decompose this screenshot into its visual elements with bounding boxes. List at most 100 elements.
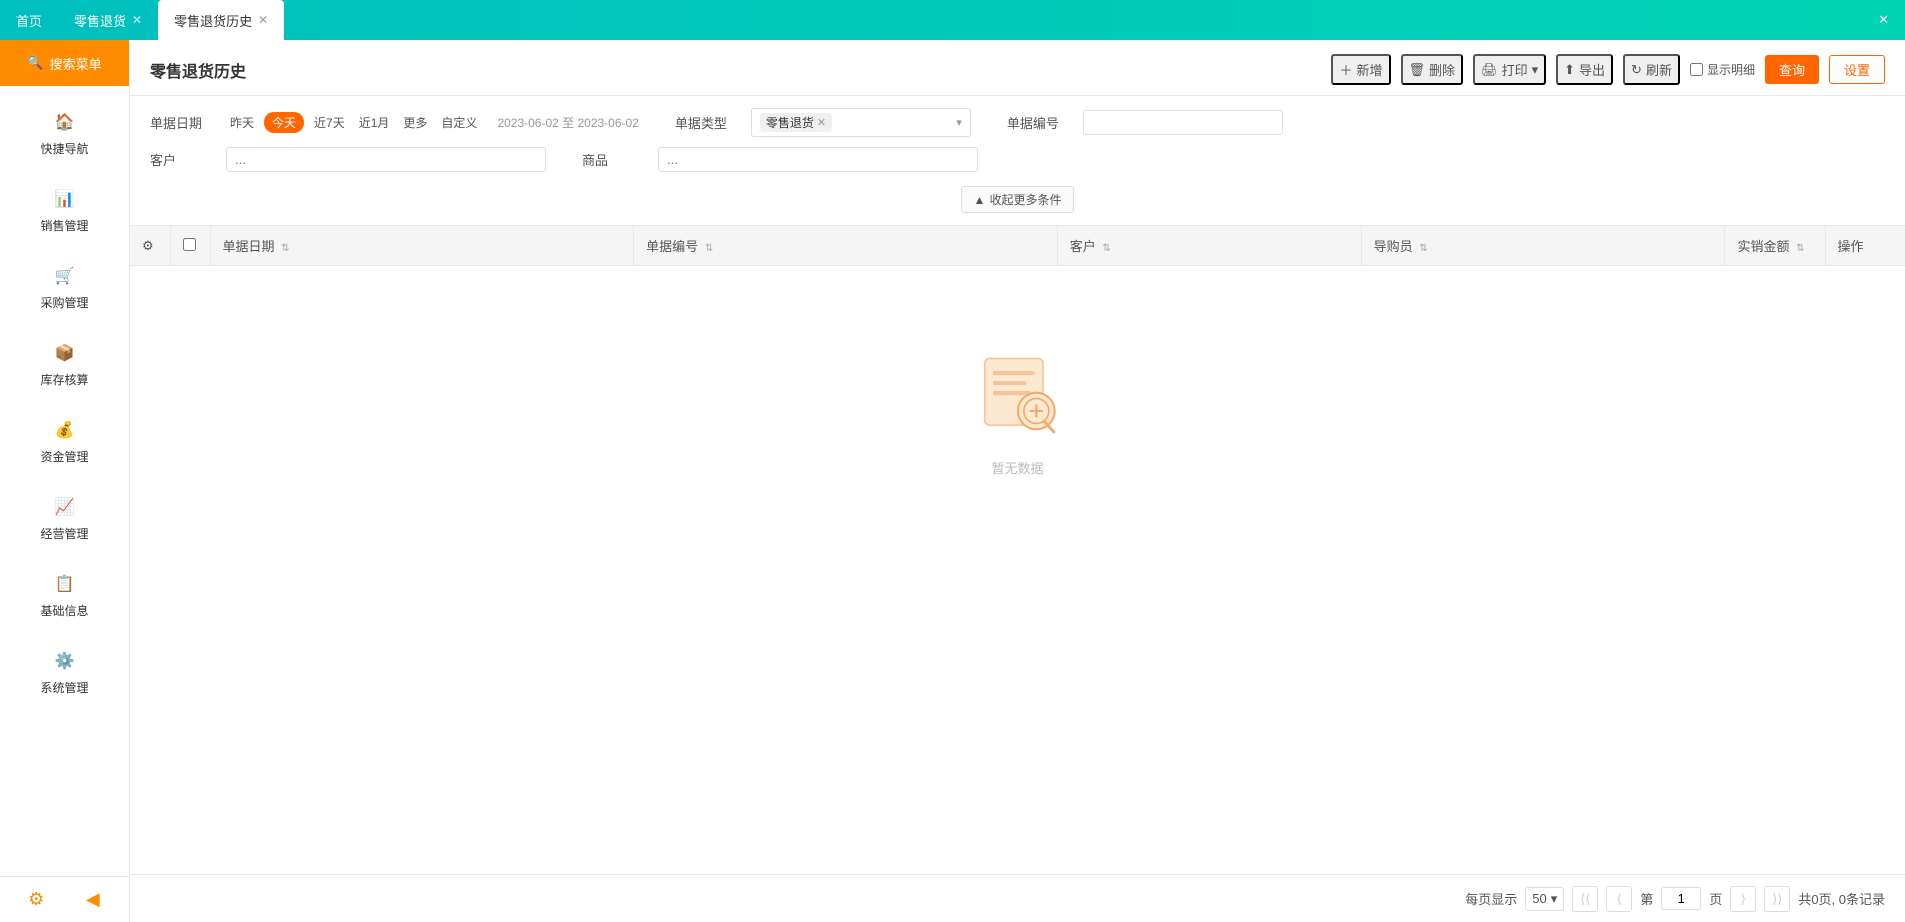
empty-state-row: 暂无数据 bbox=[130, 266, 1905, 558]
collapse-up-icon: ▲ bbox=[974, 193, 986, 207]
page-title: 零售退货历史 bbox=[150, 58, 246, 82]
tab-home[interactable]: 首页 bbox=[0, 0, 58, 40]
th-no[interactable]: 单据编号 ⇅ bbox=[634, 226, 1058, 266]
date-range-display: 2023-06-02 至 2023-06-02 bbox=[497, 114, 638, 131]
tab-retail-return-history-label: 零售退货历史 bbox=[174, 11, 252, 30]
window-close-button[interactable]: ✕ bbox=[1878, 12, 1905, 28]
date-opt-yesterday[interactable]: 昨天 bbox=[226, 112, 258, 133]
sidebar-settings-button[interactable]: ⚙ bbox=[20, 884, 52, 916]
sidebar-item-system-mgmt[interactable]: ⚙️ 系统管理 bbox=[0, 633, 129, 710]
new-button-label: 新增 bbox=[1357, 60, 1383, 79]
sidebar-item-purchase-mgmt[interactable]: 🛒 采购管理 bbox=[0, 248, 129, 325]
settings-button[interactable]: 设置 bbox=[1829, 55, 1885, 84]
page-size-select[interactable]: 50 ▾ bbox=[1525, 887, 1564, 911]
show-detail-label: 显示明细 bbox=[1707, 61, 1755, 78]
sidebar-item-operations-label: 经营管理 bbox=[40, 525, 88, 542]
export-button[interactable]: ⬆ 导出 bbox=[1556, 54, 1613, 85]
goods-input[interactable] bbox=[658, 147, 978, 172]
th-no-label: 单据编号 bbox=[646, 239, 698, 254]
sidebar-item-finance-label: 资金管理 bbox=[40, 448, 88, 465]
print-button[interactable]: 🖨 打印 ▾ bbox=[1473, 54, 1546, 85]
sidebar-item-operations[interactable]: 📈 经营管理 bbox=[0, 479, 129, 556]
th-date[interactable]: 单据日期 ⇅ bbox=[210, 226, 634, 266]
page-size-arrow-icon: ▾ bbox=[1551, 891, 1558, 907]
tab-home-label: 首页 bbox=[16, 11, 42, 30]
tab-retail-return-history[interactable]: 零售退货历史 ✕ bbox=[158, 0, 284, 40]
collapse-label: 收起更多条件 bbox=[989, 191, 1061, 208]
customer-input[interactable] bbox=[226, 147, 546, 172]
tab-retail-return-history-close[interactable]: ✕ bbox=[258, 13, 268, 27]
prev-page-button[interactable]: ⟨ bbox=[1606, 886, 1632, 912]
export-icon: ⬆ bbox=[1564, 62, 1575, 78]
purchase-mgmt-icon: 🛒 bbox=[51, 262, 79, 290]
quick-nav-icon: 🏠 bbox=[51, 108, 79, 136]
page-size-value: 50 bbox=[1532, 891, 1546, 906]
date-opt-custom[interactable]: 自定义 bbox=[437, 112, 481, 133]
date-opt-today[interactable]: 今天 bbox=[264, 112, 304, 133]
sidebar-item-finance[interactable]: 💰 资金管理 bbox=[0, 402, 129, 479]
th-settings[interactable]: ⚙ bbox=[130, 226, 170, 266]
sidebar-item-inventory[interactable]: 📦 库存核算 bbox=[0, 325, 129, 402]
date-opt-more[interactable]: 更多 bbox=[399, 112, 431, 133]
th-customer[interactable]: 客户 ⇅ bbox=[1057, 226, 1361, 266]
first-page-button[interactable]: ⟨⟨ bbox=[1572, 886, 1598, 912]
sidebar-item-basic-info[interactable]: 📋 基础信息 bbox=[0, 556, 129, 633]
th-customer-label: 客户 bbox=[1070, 239, 1096, 254]
delete-button[interactable]: 🗑 删除 bbox=[1401, 54, 1464, 85]
voucher-type-select[interactable]: 零售退货 ✕ ▾ bbox=[751, 108, 971, 137]
th-amount[interactable]: 实销金额 ⇅ bbox=[1725, 226, 1825, 266]
sidebar-item-quick-nav-label: 快捷导航 bbox=[40, 140, 88, 157]
tab-retail-return[interactable]: 零售退货 ✕ bbox=[58, 0, 158, 40]
print-button-label: 打印 bbox=[1502, 60, 1528, 79]
show-detail-input[interactable] bbox=[1690, 63, 1703, 76]
finance-icon: 💰 bbox=[51, 416, 79, 444]
sidebar-collapse-button[interactable]: ◀ bbox=[77, 884, 109, 916]
last-page-button[interactable]: ⟩⟩ bbox=[1764, 886, 1790, 912]
new-button[interactable]: ＋ 新增 bbox=[1331, 54, 1390, 85]
goods-label: 商品 bbox=[582, 150, 642, 169]
th-date-sort-icon: ⇅ bbox=[281, 243, 289, 254]
voucher-no-input[interactable] bbox=[1083, 110, 1283, 135]
sidebar-item-basic-info-label: 基础信息 bbox=[40, 602, 88, 619]
page-actions: ＋ 新增 🗑 删除 🖨 打印 ▾ ⬆ 导出 ↻ 刷新 bbox=[1331, 54, 1885, 85]
voucher-type-arrow-icon: ▾ bbox=[956, 116, 962, 129]
voucher-type-tag-remove[interactable]: ✕ bbox=[817, 116, 826, 129]
page-label-prefix: 第 bbox=[1640, 889, 1653, 908]
sidebar-item-sales-mgmt[interactable]: 📊 销售管理 bbox=[0, 171, 129, 248]
inventory-icon: 📦 bbox=[51, 339, 79, 367]
page-number-input[interactable] bbox=[1661, 887, 1701, 910]
voucher-type-tag-text: 零售退货 bbox=[766, 114, 814, 131]
next-page-button[interactable]: ⟩ bbox=[1730, 886, 1756, 912]
page-label-suffix: 页 bbox=[1709, 889, 1722, 908]
voucher-type-tag: 零售退货 ✕ bbox=[760, 113, 832, 132]
sidebar-search-button[interactable]: 🔍 搜索菜单 bbox=[0, 40, 129, 86]
th-amount-sort-icon: ⇅ bbox=[1796, 243, 1804, 254]
date-filter-label: 单据日期 bbox=[150, 113, 210, 132]
sidebar-search-label: 搜索菜单 bbox=[50, 54, 102, 73]
sidebar-item-quick-nav[interactable]: 🏠 快捷导航 bbox=[0, 94, 129, 171]
show-detail-checkbox[interactable]: 显示明细 bbox=[1690, 61, 1755, 78]
filter-bar: 单据日期 昨天 今天 近7天 近1月 更多 自定义 2023-06-02 至 2… bbox=[130, 96, 1905, 226]
select-all-checkbox[interactable] bbox=[183, 238, 196, 251]
query-button[interactable]: 查询 bbox=[1765, 55, 1819, 84]
basic-info-icon: 📋 bbox=[51, 570, 79, 598]
empty-icon bbox=[968, 346, 1068, 446]
th-check[interactable] bbox=[170, 226, 210, 266]
empty-state: 暂无数据 bbox=[130, 266, 1905, 557]
collapse-button[interactable]: ▲ 收起更多条件 bbox=[961, 186, 1075, 213]
tab-retail-return-close[interactable]: ✕ bbox=[132, 13, 142, 27]
date-opt-last1month[interactable]: 近1月 bbox=[355, 112, 394, 133]
pagination-summary: 共0页, 0条记录 bbox=[1798, 889, 1885, 908]
top-bar: 首页 零售退货 ✕ 零售退货历史 ✕ ✕ bbox=[0, 0, 1905, 40]
refresh-button[interactable]: ↻ 刷新 bbox=[1623, 54, 1680, 85]
pagination-bar: 每页显示 50 ▾ ⟨⟨ ⟨ 第 页 ⟩ ⟩⟩ 共0页, 0条记录 bbox=[130, 874, 1905, 922]
export-button-label: 导出 bbox=[1579, 60, 1605, 79]
sidebar-item-sales-mgmt-label: 销售管理 bbox=[40, 217, 88, 234]
th-guide[interactable]: 导购员 ⇅ bbox=[1361, 226, 1725, 266]
sidebar-bottom: ⚙ ◀ bbox=[0, 876, 129, 922]
th-amount-label: 实销金额 bbox=[1737, 239, 1789, 254]
refresh-button-label: 刷新 bbox=[1646, 60, 1672, 79]
th-no-sort-icon: ⇅ bbox=[705, 243, 713, 254]
th-actions: 操作 bbox=[1825, 226, 1905, 266]
date-opt-last7days[interactable]: 近7天 bbox=[310, 112, 349, 133]
